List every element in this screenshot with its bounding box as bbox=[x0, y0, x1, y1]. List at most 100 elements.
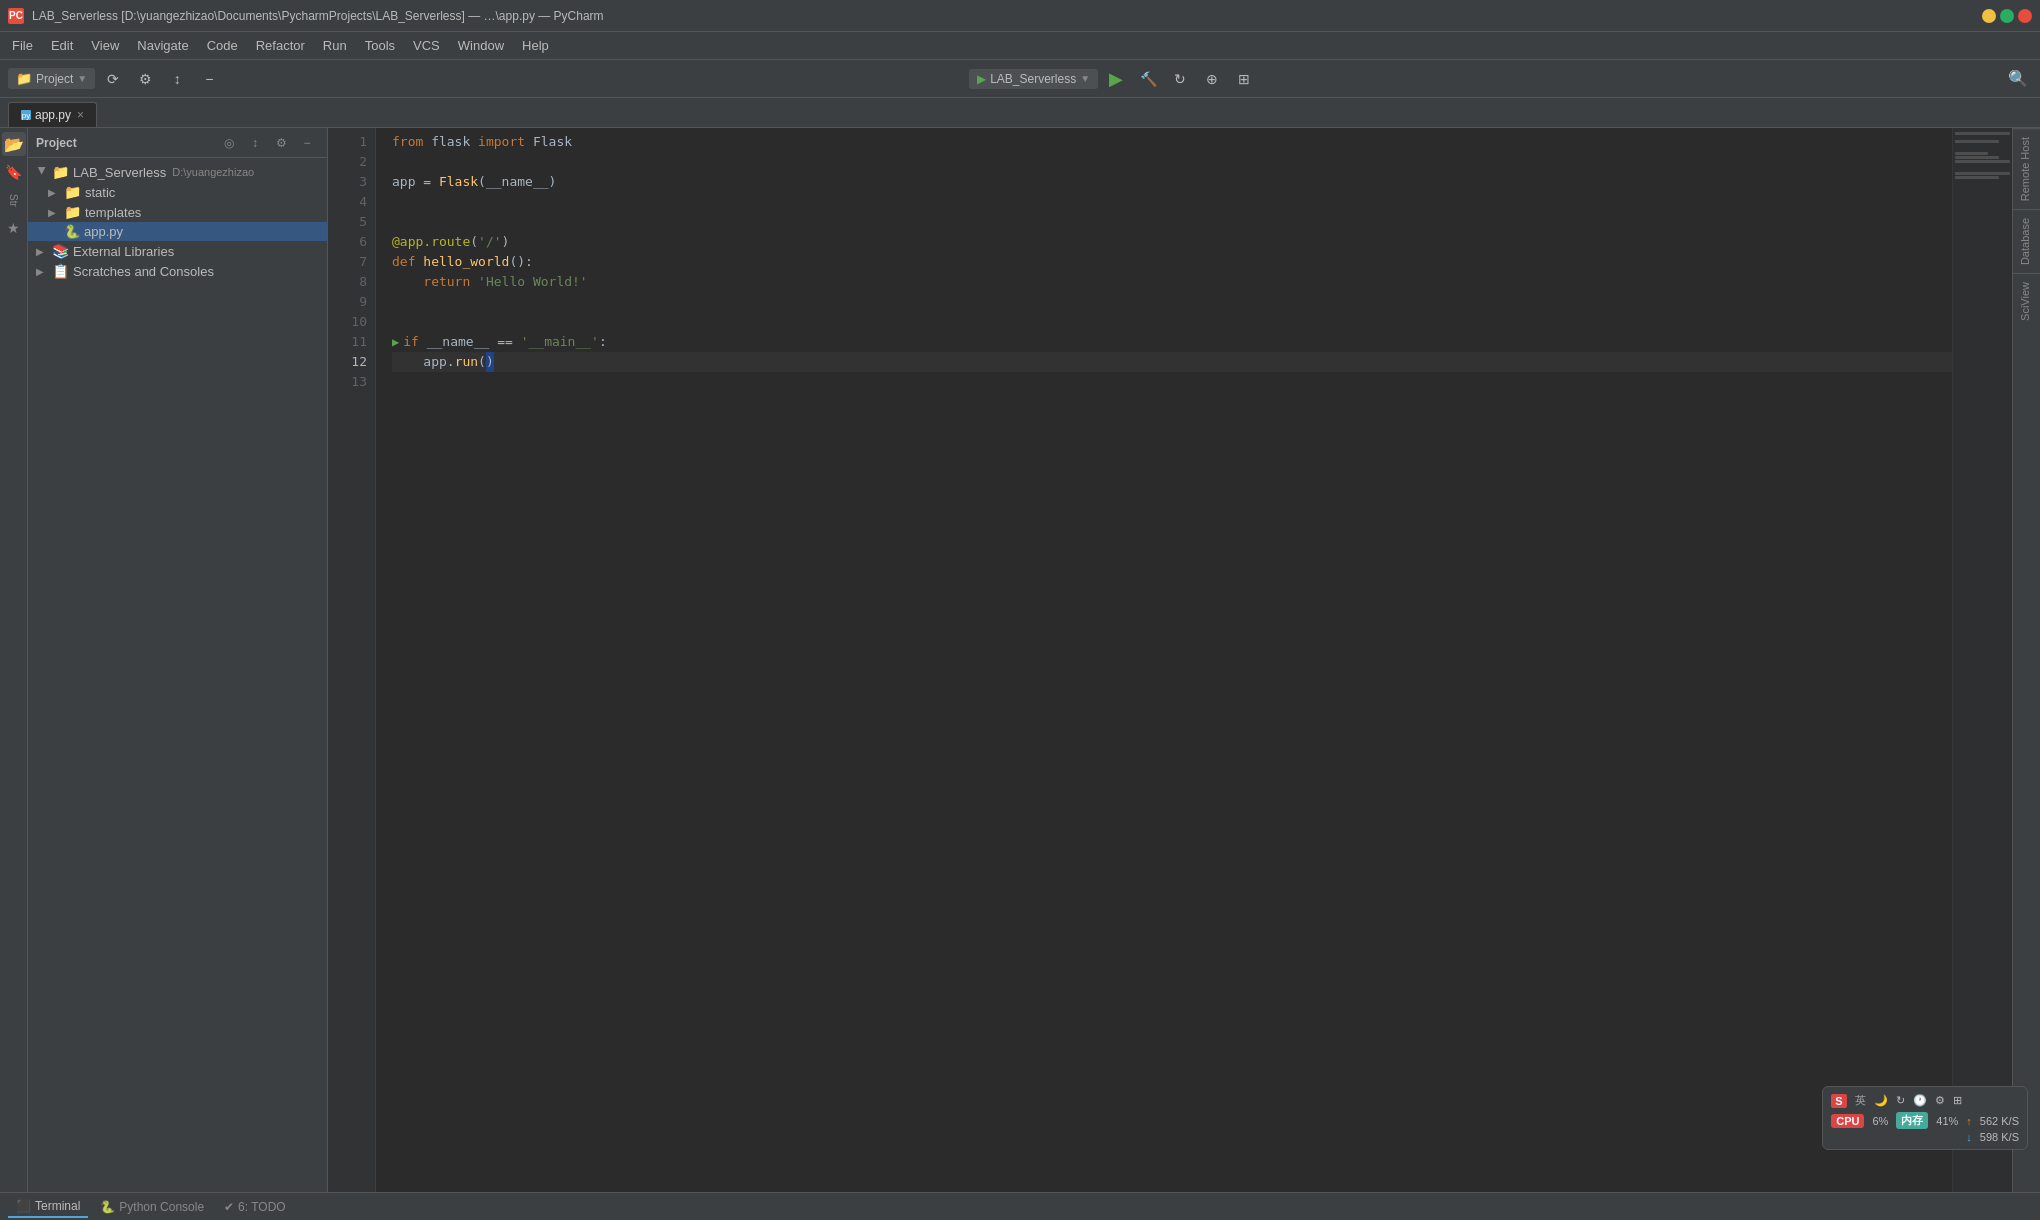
moon-icon: 🌙 bbox=[1874, 1094, 1888, 1107]
toolbar-settings-btn[interactable]: ⚙ bbox=[131, 65, 159, 93]
tab-filename: app.py bbox=[35, 108, 71, 122]
python-file-icon: py bbox=[21, 110, 31, 120]
toolbar-sort-btn[interactable]: ↕ bbox=[163, 65, 191, 93]
project-panel-collapse-icon[interactable]: ↕ bbox=[243, 131, 267, 155]
bottom-tab-todo[interactable]: ✔ 6: TODO bbox=[216, 1197, 294, 1217]
run-arrow-icon: ▶ bbox=[392, 332, 399, 352]
tab-app-py[interactable]: py app.py × bbox=[8, 102, 97, 127]
code-line-1: from flask import Flask bbox=[392, 132, 1952, 152]
tab-close-icon[interactable]: × bbox=[77, 108, 84, 122]
project-panel: Project ◎ ↕ ⚙ − ▶ 📁 LAB_Serverless D:\yu… bbox=[28, 128, 328, 1192]
menu-view[interactable]: View bbox=[83, 35, 127, 56]
maximize-button[interactable] bbox=[2000, 9, 2014, 23]
grid-icon: ⊞ bbox=[1953, 1094, 1962, 1107]
menu-window[interactable]: Window bbox=[450, 35, 512, 56]
code-editor[interactable]: from flask import Flask app = Flask ( __… bbox=[376, 128, 1952, 1192]
sidebar-icon-favorites[interactable]: ★ bbox=[2, 216, 26, 240]
close-button[interactable] bbox=[2018, 9, 2032, 23]
mem-pct: 41% bbox=[1936, 1115, 1958, 1127]
tree-item-root[interactable]: ▶ 📁 LAB_Serverless D:\yuangezhizao bbox=[28, 162, 327, 182]
cpu-widget-icons: S 英 🌙 ↻ 🕐 ⚙ ⊞ bbox=[1831, 1093, 2019, 1108]
minimap-line-8 bbox=[1955, 160, 2010, 163]
line-number-10: 10 bbox=[328, 312, 367, 332]
tree-item-scratches[interactable]: ▶ 📋 Scratches and Consoles bbox=[28, 261, 327, 281]
profile-button[interactable]: ⊞ bbox=[1230, 65, 1258, 93]
minimap-line-9 bbox=[1955, 164, 2010, 167]
toolbar-collapse-btn[interactable]: − bbox=[195, 65, 223, 93]
menu-code[interactable]: Code bbox=[199, 35, 246, 56]
token-paren-open: ( bbox=[478, 172, 486, 192]
title-bar-title: LAB_Serverless [D:\yuangezhizao\Document… bbox=[32, 9, 604, 23]
bottom-tab-python-console[interactable]: 🐍 Python Console bbox=[92, 1197, 212, 1217]
menu-tools[interactable]: Tools bbox=[357, 35, 403, 56]
tree-item-templates[interactable]: ▶ 📁 templates bbox=[28, 202, 327, 222]
tree-label-templates: templates bbox=[85, 205, 141, 220]
run-config-icon: ▶ bbox=[977, 72, 986, 86]
token-func-parens: (): bbox=[509, 252, 532, 272]
cpu-widget: S 英 🌙 ↻ 🕐 ⚙ ⊞ CPU 6% 内存 41% ↑ 562 K/S ↓ … bbox=[1822, 1086, 2028, 1150]
right-tab-database[interactable]: Database bbox=[2013, 209, 2040, 273]
token-func-name: hello_world bbox=[423, 252, 509, 272]
line-number-13: 13 bbox=[328, 372, 367, 392]
run-button[interactable]: ▶ bbox=[1102, 65, 1130, 93]
project-panel-settings-icon[interactable]: ⚙ bbox=[269, 131, 293, 155]
sidebar-icon-project[interactable]: 📂 bbox=[2, 132, 26, 156]
token-space-def bbox=[415, 252, 423, 272]
tree-arrow-scratches: ▶ bbox=[36, 266, 48, 277]
menu-bar: File Edit View Navigate Code Refactor Ru… bbox=[0, 32, 2040, 60]
menu-help[interactable]: Help bbox=[514, 35, 557, 56]
bottom-tabs: ⬛ Terminal 🐍 Python Console ✔ 6: TODO bbox=[0, 1192, 2040, 1220]
code-line-3: app = Flask ( __name__ ) bbox=[392, 172, 1952, 192]
window-controls[interactable] bbox=[1982, 9, 2032, 23]
run-config-chevron: ▼ bbox=[1080, 73, 1090, 84]
title-bar: PC LAB_Serverless [D:\yuangezhizao\Docum… bbox=[0, 0, 2040, 32]
menu-navigate[interactable]: Navigate bbox=[129, 35, 196, 56]
tree-label-root: LAB_Serverless bbox=[73, 165, 166, 180]
token-main-str: '__main__' bbox=[521, 332, 599, 352]
line-number-5: 5 bbox=[328, 212, 367, 232]
minimap-line-12 bbox=[1955, 176, 1999, 179]
sidebar-icon-bookmarks[interactable]: 🔖 bbox=[2, 160, 26, 184]
project-panel-title: Project bbox=[36, 136, 77, 150]
terminal-icon: ⬛ bbox=[16, 1199, 31, 1213]
minimize-button[interactable] bbox=[1982, 9, 1996, 23]
token-run-parens-open: ( bbox=[478, 352, 486, 372]
reload-button[interactable]: ↻ bbox=[1166, 65, 1194, 93]
menu-run[interactable]: Run bbox=[315, 35, 355, 56]
folder-icon-templates: 📁 bbox=[64, 204, 81, 220]
right-tab-remote-host[interactable]: Remote Host bbox=[2013, 128, 2040, 209]
tree-label-external-libs: External Libraries bbox=[73, 244, 174, 259]
menu-file[interactable]: File bbox=[4, 35, 41, 56]
code-line-7: def hello_world (): bbox=[392, 252, 1952, 272]
project-panel-locate-icon[interactable]: ◎ bbox=[217, 131, 241, 155]
folder-icon-external-libs: 📚 bbox=[52, 243, 69, 259]
tree-item-external-libs[interactable]: ▶ 📚 External Libraries bbox=[28, 241, 327, 261]
right-tab-sciview[interactable]: SciView bbox=[2013, 273, 2040, 329]
coverage-button[interactable]: ⊕ bbox=[1198, 65, 1226, 93]
search-button[interactable]: 🔍 bbox=[2004, 65, 2032, 93]
minimap-line-13 bbox=[1955, 180, 2010, 183]
bottom-tab-terminal[interactable]: ⬛ Terminal bbox=[8, 1196, 88, 1218]
project-panel-close-icon[interactable]: − bbox=[295, 131, 319, 155]
sidebar-icon-structure[interactable]: Str bbox=[2, 188, 26, 212]
token-if: if bbox=[403, 332, 419, 352]
project-dropdown[interactable]: 📁 Project ▼ bbox=[8, 68, 95, 89]
minimap-line-6 bbox=[1955, 152, 1988, 155]
token-import: import bbox=[478, 132, 525, 152]
menu-vcs[interactable]: VCS bbox=[405, 35, 448, 56]
run-config-dropdown[interactable]: ▶ LAB_Serverless ▼ bbox=[969, 69, 1098, 89]
token-eqeq: == bbox=[497, 332, 513, 352]
code-line-13 bbox=[392, 372, 1952, 392]
line-number-7: 7 bbox=[328, 252, 367, 272]
clock-icon: 🕐 bbox=[1913, 1094, 1927, 1107]
build-button[interactable]: 🔨 bbox=[1134, 65, 1162, 93]
toolbar-sync-btn[interactable]: ⟳ bbox=[99, 65, 127, 93]
menu-refactor[interactable]: Refactor bbox=[248, 35, 313, 56]
tab-bar: py app.py × bbox=[0, 98, 2040, 128]
tree-item-app-py[interactable]: 🐍 app.py bbox=[28, 222, 327, 241]
menu-edit[interactable]: Edit bbox=[43, 35, 81, 56]
tree-item-static[interactable]: ▶ 📁 static bbox=[28, 182, 327, 202]
token-return: return bbox=[423, 272, 470, 292]
mem-label: 内存 bbox=[1896, 1112, 1928, 1129]
code-line-9 bbox=[392, 292, 1952, 312]
